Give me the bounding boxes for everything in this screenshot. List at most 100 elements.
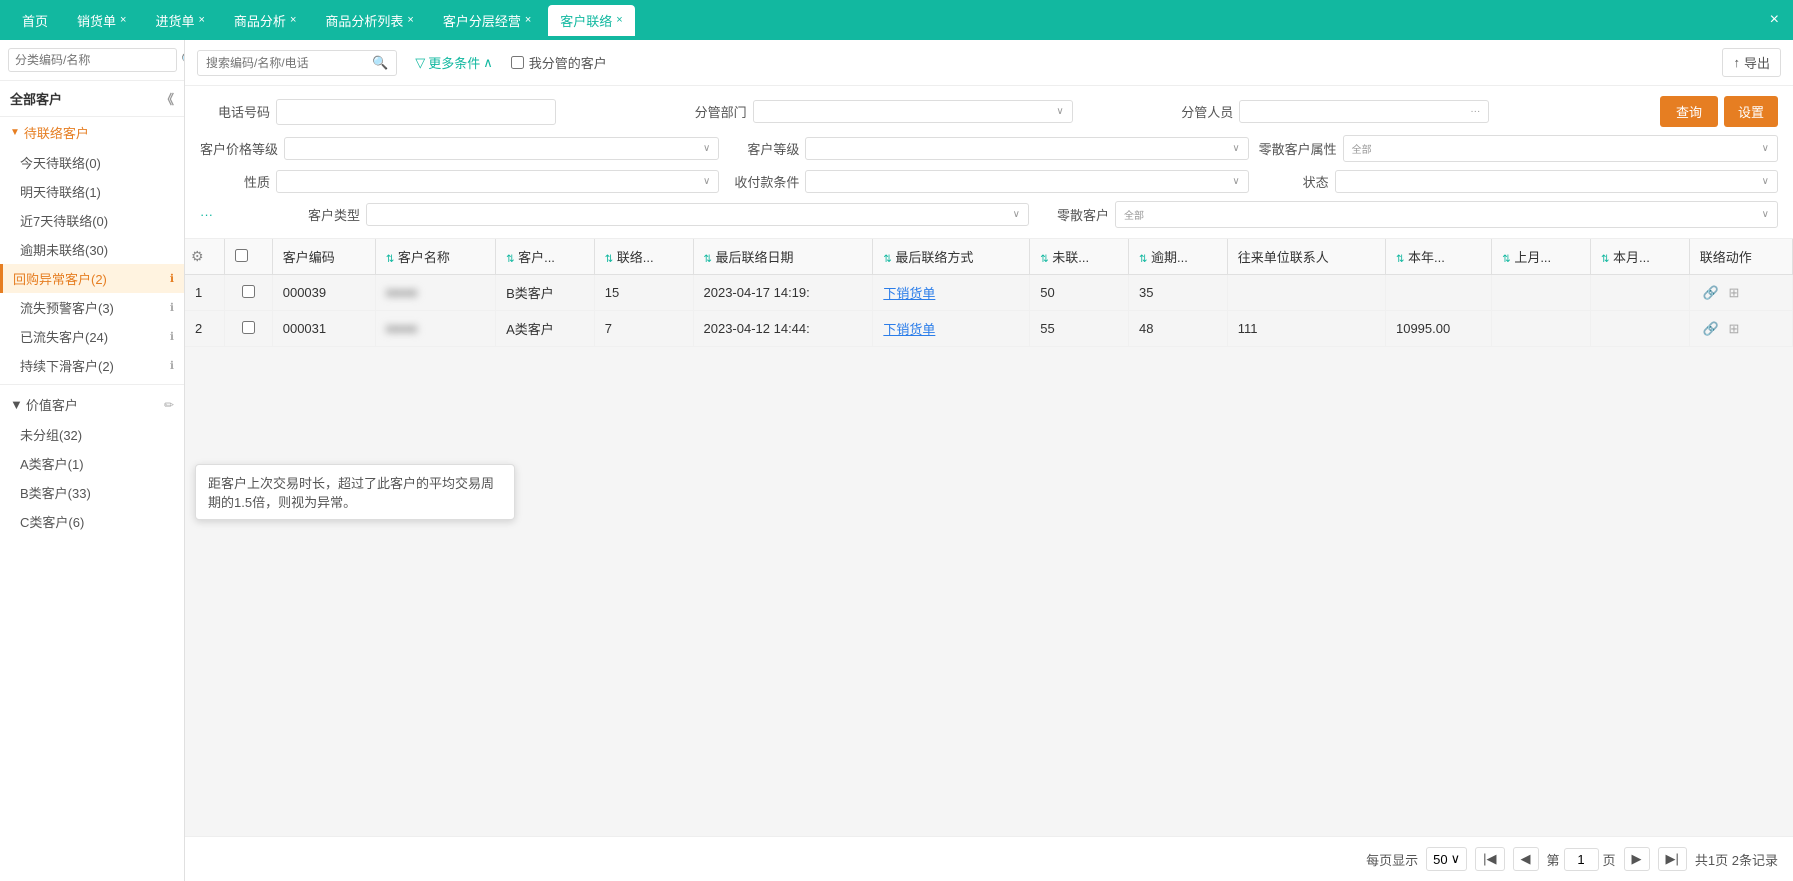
row2-contact: 7 [594, 311, 693, 347]
query-button[interactable]: 查询 [1660, 96, 1718, 127]
sidebar-item-7days[interactable]: 近7天待联络(0) [0, 206, 184, 235]
th-settings[interactable]: ⚙ [185, 239, 224, 275]
th-current-month-sort-icon: ⇅ [1601, 254, 1609, 265]
sidebar-item-today[interactable]: 今天待联络(0) [0, 148, 184, 177]
adv-customer-type-field: 客户类型 ∨ [290, 203, 1029, 226]
nav-tab-customer-segment-close[interactable]: × [525, 14, 531, 26]
th-last-contact-method[interactable]: ⇅ 最后联络方式 [873, 239, 1030, 275]
per-page-value: 50 [1433, 852, 1447, 867]
row1-last-contact-method: 下销货单 [873, 275, 1030, 311]
price-edit-icon[interactable]: ✏ [164, 398, 174, 412]
select-all-checkbox[interactable] [235, 249, 248, 262]
row2-grid-icon[interactable]: ⊞ [1729, 321, 1740, 336]
my-customers-checkbox-label[interactable]: 我分管的客户 [511, 53, 607, 72]
sidebar-search-input[interactable] [8, 48, 177, 72]
adv-price-level-select[interactable]: ∨ [284, 137, 719, 160]
nav-tab-sales-label: 销货单 [77, 11, 116, 30]
sidebar-item-overdue[interactable]: 逾期未联络(30) [0, 235, 184, 264]
sidebar-collapse-button[interactable]: 《 [161, 89, 174, 108]
sidebar-item-class-c[interactable]: C类客户(6) [0, 507, 184, 536]
nav-tab-product-list[interactable]: 商品分析列表 × [313, 5, 425, 36]
sidebar-item-unclassified[interactable]: 未分组(32) [0, 420, 184, 449]
row1-grid-icon[interactable]: ⊞ [1729, 285, 1740, 300]
sidebar-item-repurchase-abnormal[interactable]: 回购异常客户(2) ℹ [0, 264, 184, 293]
th-last-month[interactable]: ⇅ 上月... [1492, 239, 1591, 275]
adv-retail-attr-value: 全部 [1352, 141, 1372, 156]
row2-checkbox[interactable] [242, 321, 255, 334]
nav-tab-customer-contact-close[interactable]: × [616, 14, 622, 26]
th-overdue[interactable]: ⇅ 逾期... [1128, 239, 1227, 275]
nav-tab-purchase[interactable]: 进货单 × [143, 5, 216, 36]
adv-status-select[interactable]: ∨ [1335, 170, 1778, 193]
row1-last-contact-method-link[interactable]: 下销货单 [883, 286, 935, 301]
waiting-contact-title[interactable]: ▼ 待联络客户 [0, 117, 184, 148]
nav-tab-sales[interactable]: 销货单 × [65, 5, 138, 36]
export-button[interactable]: ↑ 导出 [1722, 48, 1781, 77]
nav-tab-product-analysis[interactable]: 商品分析 × [222, 5, 308, 36]
adv-dept-select[interactable]: ∨ [753, 100, 1073, 123]
more-conditions-button[interactable]: ▽ 更多条件 ∧ [407, 49, 501, 76]
th-last-contact-date[interactable]: ⇅ 最后联络日期 [693, 239, 873, 275]
adv-payment-select[interactable]: ∨ [805, 170, 1248, 193]
adv-phone-input[interactable] [276, 99, 556, 125]
adv-dept-label: 分管部门 [687, 102, 747, 121]
close-all-button[interactable]: × [1766, 7, 1783, 33]
nav-tab-product-analysis-close[interactable]: × [290, 14, 296, 26]
nav-tab-purchase-close[interactable]: × [198, 14, 204, 26]
th-current-month[interactable]: ⇅ 本月... [1591, 239, 1690, 275]
nav-tab-home[interactable]: 首页 [10, 5, 60, 36]
sidebar-item-tomorrow[interactable]: 明天待联络(1) [0, 177, 184, 206]
adv-person-label: 分管人员 [1173, 102, 1233, 121]
sidebar-item-already-lost[interactable]: 已流失客户(24) ℹ [0, 322, 184, 351]
nav-tab-customer-contact[interactable]: 客户联络 × [548, 5, 634, 36]
price-level-chevron-icon: ∨ [703, 143, 710, 154]
sidebar-item-lost-warning[interactable]: 流失预警客户(3) ℹ [0, 293, 184, 322]
page-next-button[interactable]: ▶ [1624, 847, 1650, 871]
my-customers-checkbox[interactable] [511, 56, 524, 69]
adv-person-field: 分管人员 ··· [1173, 100, 1650, 123]
page-last-button[interactable]: ▶| [1658, 847, 1687, 871]
nav-tab-sales-close[interactable]: × [120, 14, 126, 26]
row2-current-month [1591, 311, 1690, 347]
sidebar-item-declining[interactable]: 持续下滑客户(2) ℹ [0, 351, 184, 380]
th-category[interactable]: ⇅ 客户... [496, 239, 595, 275]
price-customers-label[interactable]: ▼ 价值客户 [10, 395, 78, 414]
th-name[interactable]: ⇅ 客户名称 [375, 239, 495, 275]
tooltip-text: 距客户上次交易时长，超过了此客户的平均交易周期的1.5倍，则视为异常。 [208, 476, 494, 510]
table-scroll-wrapper[interactable]: ⚙ 客户编码 ⇅ 客户名称 [185, 239, 1793, 836]
col-settings-icon[interactable]: ⚙ [191, 248, 204, 264]
row1-link-icon[interactable]: 🔗 [1703, 285, 1719, 300]
sidebar-item-declining-label: 持续下滑客户(2) [20, 356, 114, 375]
nav-tab-customer-segment[interactable]: 客户分层经营 × [431, 5, 543, 36]
adv-customer-level-select[interactable]: ∨ [805, 137, 1248, 160]
th-contacts-from-unit[interactable]: 往来单位联系人 [1227, 239, 1385, 275]
search-icon[interactable]: 🔍 [372, 55, 388, 71]
th-contact[interactable]: ⇅ 联络... [594, 239, 693, 275]
total-info: 共1页 2条记录 [1695, 850, 1778, 869]
page-number-input[interactable] [1564, 848, 1599, 871]
row2-link-icon[interactable]: 🔗 [1703, 321, 1719, 336]
sidebar-item-class-a[interactable]: A类客户(1) [0, 449, 184, 478]
more-fields-button[interactable]: ··· [200, 207, 213, 222]
th-category-label: 客户... [518, 250, 555, 265]
data-table: ⚙ 客户编码 ⇅ 客户名称 [185, 239, 1793, 347]
search-input[interactable] [206, 56, 366, 70]
page-first-button[interactable]: |◀ [1475, 847, 1504, 871]
adv-retail-attr-select[interactable]: 全部 ∨ [1343, 135, 1778, 162]
adv-person-select[interactable]: ··· [1239, 100, 1489, 123]
th-current-year[interactable]: ⇅ 本年... [1385, 239, 1491, 275]
adv-retail-customer-select[interactable]: 全部 ∨ [1115, 201, 1778, 228]
row1-checkbox[interactable] [242, 285, 255, 298]
nav-tab-product-list-close[interactable]: × [407, 14, 413, 26]
th-code[interactable]: 客户编码 [272, 239, 375, 275]
page-prev-button[interactable]: ◀ [1513, 847, 1539, 871]
per-page-select[interactable]: 50 ∨ [1426, 847, 1467, 871]
row2-last-contact-method-link[interactable]: 下销货单 [883, 322, 935, 337]
adv-customer-type-select[interactable]: ∨ [366, 203, 1029, 226]
settings-button[interactable]: 设置 [1724, 96, 1778, 127]
adv-filter-row-2: 客户价格等级 ∨ 客户等级 ∨ 零散客户属性 全部 [200, 135, 1778, 162]
adv-gender-select[interactable]: ∨ [276, 170, 719, 193]
th-action-label: 联络动作 [1700, 250, 1752, 265]
sidebar-item-class-b[interactable]: B类客户(33) [0, 478, 184, 507]
th-uncontacted[interactable]: ⇅ 未联... [1030, 239, 1129, 275]
